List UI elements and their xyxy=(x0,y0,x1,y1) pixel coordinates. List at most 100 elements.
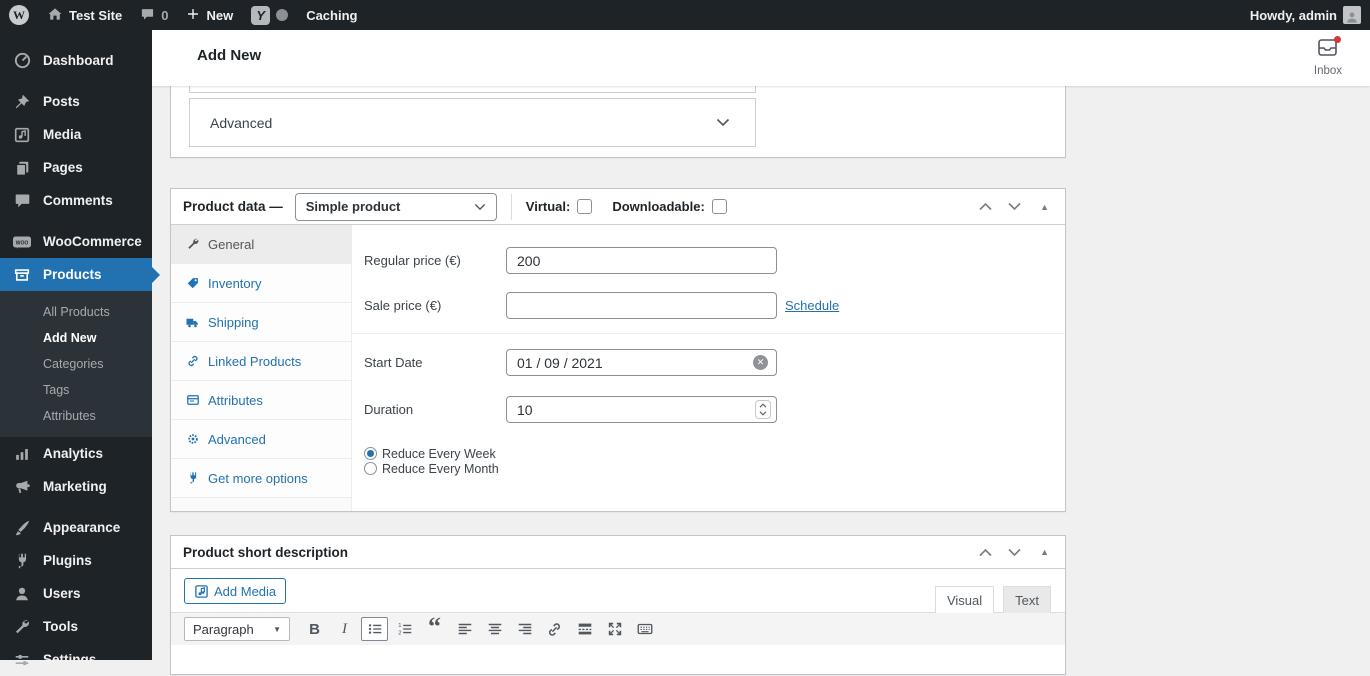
duration-row: Duration xyxy=(364,396,1065,423)
sidebar-item-comments[interactable]: Comments xyxy=(0,184,152,217)
align-center-button[interactable] xyxy=(481,617,508,641)
yoast-status-dot-icon xyxy=(276,9,289,21)
virtual-checkbox[interactable] xyxy=(577,199,593,214)
plug-icon xyxy=(12,551,32,571)
submenu-item-add-new[interactable]: Add New xyxy=(0,325,152,351)
numbered-list-button[interactable]: 12 xyxy=(391,617,418,641)
sidebar-item-tools[interactable]: Tools xyxy=(0,610,152,643)
wrench-icon xyxy=(185,237,200,252)
submenu-item-attributes[interactable]: Attributes xyxy=(0,403,152,429)
sale-price-input[interactable] xyxy=(506,292,777,319)
product-box-icon xyxy=(12,265,32,285)
sidebar-item-label: Users xyxy=(43,586,81,601)
radio-button[interactable] xyxy=(364,462,377,475)
home-icon xyxy=(47,6,63,25)
wp-logo-menu[interactable]: W xyxy=(0,0,38,30)
reduce-every-month-option[interactable]: Reduce Every Month xyxy=(364,461,1065,476)
sidebar-item-dashboard[interactable]: Dashboard xyxy=(0,44,152,77)
align-right-button[interactable] xyxy=(511,617,538,641)
sidebar-item-appearance[interactable]: Appearance xyxy=(0,511,152,544)
products-submenu: All Products Add New Categories Tags Att… xyxy=(0,291,152,437)
sidebar-item-pages[interactable]: Pages xyxy=(0,151,152,184)
regular-price-input[interactable] xyxy=(506,247,777,274)
tab-get-more-options[interactable]: Get more options xyxy=(171,459,351,498)
advanced-section-toggle[interactable]: Advanced xyxy=(189,98,756,147)
tab-shipping[interactable]: Shipping xyxy=(171,303,351,342)
editor-toolbar: Paragraph ▼ B I 12 “ xyxy=(171,612,1065,645)
dropdown-arrow-icon: ▼ xyxy=(273,624,281,634)
collapsed-section-edge xyxy=(189,86,756,93)
new-label: New xyxy=(206,7,234,23)
submenu-item-categories[interactable]: Categories xyxy=(0,351,152,377)
toolbar-toggle-button[interactable] xyxy=(631,617,658,641)
new-menu[interactable]: New xyxy=(177,0,242,30)
sidebar-item-marketing[interactable]: Marketing xyxy=(0,470,152,503)
sidebar-item-posts[interactable]: Posts xyxy=(0,85,152,118)
sidebar-item-users[interactable]: Users xyxy=(0,577,152,610)
move-up-button[interactable] xyxy=(978,548,993,557)
sidebar-item-label: Posts xyxy=(43,94,80,109)
page-header: Add New Inbox xyxy=(152,30,1370,86)
submenu-item-all-products[interactable]: All Products xyxy=(0,299,152,325)
read-more-button[interactable] xyxy=(571,617,598,641)
tab-text[interactable]: Text xyxy=(1003,586,1051,613)
comments-count: 0 xyxy=(161,7,169,23)
tab-advanced[interactable]: Advanced xyxy=(171,420,351,459)
inbox-button[interactable]: Inbox xyxy=(1308,36,1348,77)
sidebar-item-woocommerce[interactable]: WOO WooCommerce xyxy=(0,225,152,258)
comments-menu[interactable]: 0 xyxy=(131,0,177,30)
bullet-list-button[interactable] xyxy=(361,617,388,641)
tab-label: Get more options xyxy=(208,470,308,486)
submenu-item-tags[interactable]: Tags xyxy=(0,377,152,403)
sidebar-item-label: Analytics xyxy=(43,446,104,461)
collapse-toggle-button[interactable]: ▲ xyxy=(1040,202,1049,212)
tab-attributes[interactable]: Attributes xyxy=(171,381,351,420)
sidebar-item-plugins[interactable]: Plugins xyxy=(0,544,152,577)
tab-general[interactable]: General xyxy=(171,225,351,264)
keyboard-icon xyxy=(637,623,652,635)
reduce-every-week-option[interactable]: Reduce Every Week xyxy=(364,446,1065,461)
my-account-menu[interactable]: Howdy, admin xyxy=(1241,0,1370,30)
radio-button[interactable] xyxy=(364,447,377,460)
move-down-button[interactable] xyxy=(1007,548,1022,557)
pushpin-icon xyxy=(12,92,32,112)
move-up-button[interactable] xyxy=(978,202,993,211)
sidebar-item-label: Products xyxy=(43,267,102,282)
schedule-link[interactable]: Schedule xyxy=(785,298,839,313)
move-down-button[interactable] xyxy=(1007,202,1022,211)
comment-bubble-icon xyxy=(140,7,155,24)
sidebar-item-analytics[interactable]: Analytics xyxy=(0,437,152,470)
duration-input[interactable] xyxy=(506,396,777,423)
sidebar-item-media[interactable]: Media xyxy=(0,118,152,151)
tab-inventory[interactable]: Inventory xyxy=(171,264,351,303)
align-left-button[interactable] xyxy=(451,617,478,641)
divider xyxy=(510,193,512,220)
product-data-panel: Regular price (€) Sale price (€) Schedul… xyxy=(352,225,1065,511)
tab-visual[interactable]: Visual xyxy=(934,586,995,613)
fullscreen-button[interactable] xyxy=(601,617,628,641)
align-center-icon xyxy=(488,623,501,635)
sidebar-item-products[interactable]: Products xyxy=(0,258,160,291)
blockquote-icon: “ xyxy=(428,612,441,641)
bold-button[interactable]: B xyxy=(301,617,328,641)
paragraph-format-select[interactable]: Paragraph ▼ xyxy=(184,617,290,641)
caching-menu[interactable]: Caching xyxy=(297,0,366,30)
start-date-input[interactable] xyxy=(506,349,777,376)
add-media-button[interactable]: Add Media xyxy=(184,578,287,604)
product-data-metabox: Product data — Simple product Virtual: D… xyxy=(170,188,1066,512)
align-left-icon xyxy=(458,623,471,635)
tab-label: Attributes xyxy=(208,392,263,408)
downloadable-checkbox[interactable] xyxy=(711,199,727,214)
yoast-menu[interactable]: Y xyxy=(242,0,297,30)
number-stepper[interactable] xyxy=(755,400,771,419)
site-name-menu[interactable]: Test Site xyxy=(38,0,131,30)
insert-link-button[interactable] xyxy=(541,617,568,641)
collapse-toggle-button[interactable]: ▲ xyxy=(1040,547,1049,557)
product-type-select[interactable]: Simple product xyxy=(294,192,497,221)
clear-date-button[interactable]: ✕ xyxy=(753,355,768,370)
sidebar-item-label: Comments xyxy=(43,193,113,208)
tab-linked-products[interactable]: Linked Products xyxy=(171,342,351,381)
add-media-label: Add Media xyxy=(214,583,277,599)
italic-button[interactable]: I xyxy=(331,617,358,641)
blockquote-button[interactable]: “ xyxy=(421,612,448,641)
